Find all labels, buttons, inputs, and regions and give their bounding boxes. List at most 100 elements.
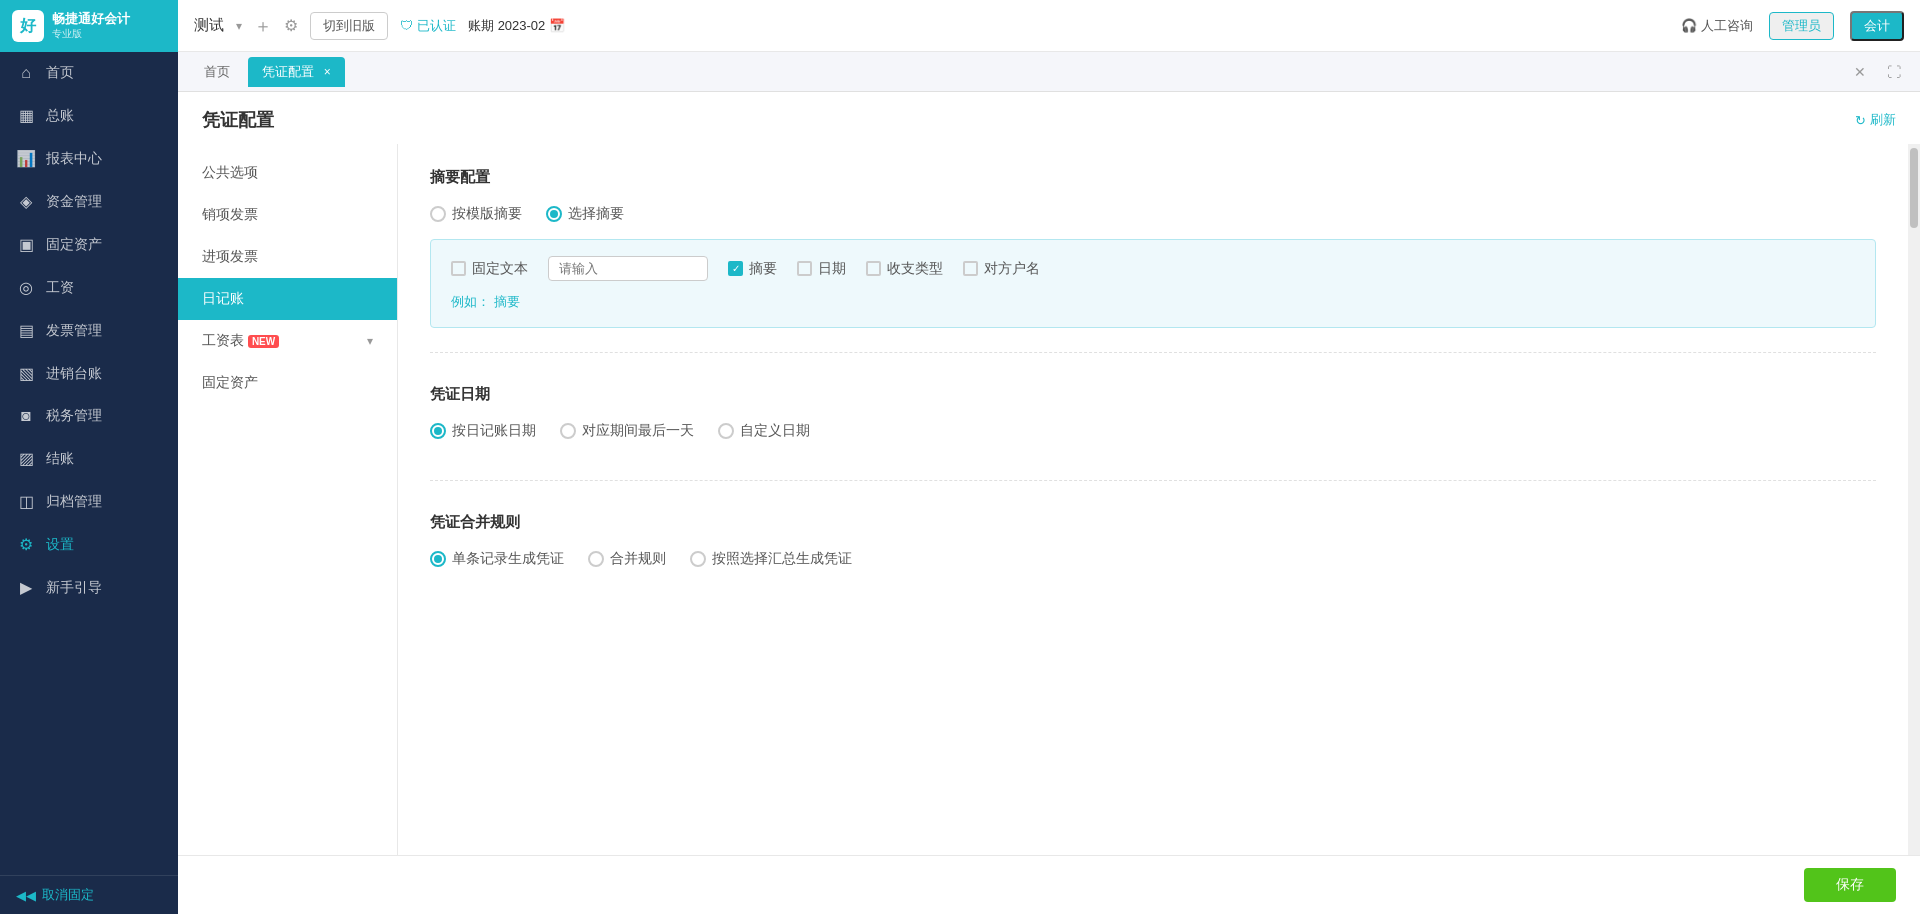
scrollbar-track[interactable] bbox=[1908, 144, 1920, 855]
switch-version-button[interactable]: 切到旧版 bbox=[310, 12, 388, 40]
radio-circle-summary-gen bbox=[690, 551, 706, 567]
tab-close-icon[interactable]: × bbox=[324, 65, 331, 79]
headset-icon: 🎧 bbox=[1681, 18, 1697, 33]
topbar: 测试 ▾ ＋ ⚙ 切到旧版 🛡 已认证 账期 2023-02 📅 🎧 人工咨询 … bbox=[178, 0, 1920, 52]
save-bar: 保存 bbox=[178, 855, 1920, 914]
add-button[interactable]: ＋ bbox=[254, 14, 272, 38]
radio-template-summary[interactable]: 按模版摘要 bbox=[430, 205, 522, 223]
checkbox-box-counterparty bbox=[963, 261, 978, 276]
main-area: 测试 ▾ ＋ ⚙ 切到旧版 🛡 已认证 账期 2023-02 📅 🎧 人工咨询 … bbox=[178, 0, 1920, 914]
left-nav-fixed-assets[interactable]: 固定资产 bbox=[178, 362, 397, 404]
tab-voucher-config[interactable]: 凭证配置 × bbox=[248, 57, 345, 87]
sidebar-item-fixed-assets[interactable]: ▣固定资产 bbox=[0, 223, 178, 266]
sidebar-item-tax[interactable]: ◙税务管理 bbox=[0, 395, 178, 437]
left-nav-public[interactable]: 公共选项 bbox=[178, 152, 397, 194]
refresh-button[interactable]: ↻ 刷新 bbox=[1855, 111, 1896, 129]
refresh-icon: ↻ bbox=[1855, 113, 1866, 128]
scrollbar-thumb[interactable] bbox=[1910, 148, 1918, 228]
payroll-expand-icon[interactable]: ▾ bbox=[367, 334, 373, 348]
left-nav-purchase-invoice[interactable]: 进项发票 bbox=[178, 236, 397, 278]
checkbox-fixed-text[interactable]: 固定文本 bbox=[451, 260, 528, 278]
checkbox-box-payment bbox=[866, 261, 881, 276]
radio-summary-gen[interactable]: 按照选择汇总生成凭证 bbox=[690, 550, 852, 568]
home-icon: ⌂ bbox=[16, 64, 36, 82]
sidebar-item-archive[interactable]: ◫归档管理 bbox=[0, 480, 178, 523]
checkbox-payment-type[interactable]: 收支类型 bbox=[866, 260, 943, 278]
sidebar-item-home[interactable]: ⌂首页 bbox=[0, 52, 178, 94]
closing-icon: ▨ bbox=[16, 449, 36, 468]
radio-journal-date[interactable]: 按日记账日期 bbox=[430, 422, 536, 440]
radio-custom-date[interactable]: 自定义日期 bbox=[718, 422, 810, 440]
app-logo-icon: 好 bbox=[12, 10, 44, 42]
merge-section-title: 凭证合并规则 bbox=[430, 513, 1876, 532]
sales-icon: ▧ bbox=[16, 364, 36, 383]
summary-section-title: 摘要配置 bbox=[430, 168, 1876, 187]
sidebar-item-fund[interactable]: ◈资金管理 bbox=[0, 180, 178, 223]
sidebar-item-report[interactable]: 📊报表中心 bbox=[0, 137, 178, 180]
settings-gear-icon[interactable]: ⚙ bbox=[284, 16, 298, 35]
topbar-right: 🎧 人工咨询 管理员 会计 bbox=[1681, 11, 1904, 41]
ledger-icon: ▦ bbox=[16, 106, 36, 125]
sidebar-item-invoice[interactable]: ▤发票管理 bbox=[0, 309, 178, 352]
sidebar: 好 畅捷通好会计 专业版 ⌂首页▦总账📊报表中心◈资金管理▣固定资产◎工资▤发票… bbox=[0, 0, 178, 914]
checkbox-box-fixed bbox=[451, 261, 466, 276]
fixed-text-input[interactable] bbox=[548, 256, 708, 281]
radio-dot-journal bbox=[434, 427, 442, 435]
radio-merge-rule[interactable]: 合并规则 bbox=[588, 550, 666, 568]
summary-radio-group: 按模版摘要 选择摘要 bbox=[430, 205, 1876, 223]
sidebar-item-sales[interactable]: ▧进销台账 bbox=[0, 352, 178, 395]
date-section-title: 凭证日期 bbox=[430, 385, 1876, 404]
left-nav-payroll[interactable]: 工资表 NEW ▾ bbox=[178, 320, 397, 362]
radio-select-summary[interactable]: 选择摘要 bbox=[546, 205, 624, 223]
content-wrapper: 凭证配置 ↻ 刷新 公共选项 销项发票 进项发票 日记账 工资表 NEW bbox=[178, 92, 1920, 914]
left-nav-journal[interactable]: 日记账 bbox=[178, 278, 397, 320]
sidebar-item-salary[interactable]: ◎工资 bbox=[0, 266, 178, 309]
company-name: 测试 bbox=[194, 16, 224, 35]
radio-circle-merge bbox=[588, 551, 604, 567]
summary-config-section: 摘要配置 按模版摘要 选择摘要 bbox=[430, 168, 1876, 353]
period-label: 账期 2023-02 📅 bbox=[468, 17, 565, 35]
sidebar-item-settings[interactable]: ⚙设置 bbox=[0, 523, 178, 566]
config-panel: 摘要配置 按模版摘要 选择摘要 bbox=[398, 144, 1908, 855]
company-dropdown-icon[interactable]: ▾ bbox=[236, 19, 242, 33]
radio-single-record[interactable]: 单条记录生成凭证 bbox=[430, 550, 564, 568]
radio-last-day[interactable]: 对应期间最后一天 bbox=[560, 422, 694, 440]
sidebar-nav: ⌂首页▦总账📊报表中心◈资金管理▣固定资产◎工资▤发票管理▧进销台账◙税务管理▨… bbox=[0, 52, 178, 875]
left-nav-sales-invoice[interactable]: 销项发票 bbox=[178, 194, 397, 236]
merge-radio-group: 单条记录生成凭证 合并规则 按照选择汇总生成凭证 bbox=[430, 550, 1876, 568]
sidebar-item-closing[interactable]: ▨结账 bbox=[0, 437, 178, 480]
page-title: 凭证配置 bbox=[202, 108, 274, 132]
sidebar-item-ledger[interactable]: ▦总账 bbox=[0, 94, 178, 137]
radio-dot-single bbox=[434, 555, 442, 563]
page-header: 凭证配置 ↻ 刷新 bbox=[178, 92, 1920, 144]
app-logo-text: 畅捷通好会计 专业版 bbox=[52, 11, 130, 42]
calendar-icon[interactable]: 📅 bbox=[549, 18, 565, 33]
guide-icon: ▶ bbox=[16, 578, 36, 597]
sidebar-item-guide[interactable]: ▶新手引导 bbox=[0, 566, 178, 609]
tab-home[interactable]: 首页 bbox=[190, 57, 244, 87]
invoice-icon: ▤ bbox=[16, 321, 36, 340]
accountant-button[interactable]: 会计 bbox=[1850, 11, 1904, 41]
fund-icon: ◈ bbox=[16, 192, 36, 211]
checkbox-summary[interactable]: ✓ 摘要 bbox=[728, 260, 777, 278]
close-window-button[interactable]: ✕ bbox=[1846, 58, 1874, 86]
radio-circle-custom bbox=[718, 423, 734, 439]
checkbox-counterparty[interactable]: 对方户名 bbox=[963, 260, 1040, 278]
maximize-window-button[interactable]: ⛶ bbox=[1880, 58, 1908, 86]
fixed-assets-icon: ▣ bbox=[16, 235, 36, 254]
consult-button[interactable]: 🎧 人工咨询 bbox=[1681, 17, 1753, 35]
cancel-pin-button[interactable]: ◀◀ 取消固定 bbox=[0, 875, 178, 914]
radio-circle-select bbox=[546, 206, 562, 222]
window-buttons: ✕ ⛶ bbox=[1846, 58, 1908, 86]
date-radio-group: 按日记账日期 对应期间最后一天 自定义日期 bbox=[430, 422, 1876, 440]
summary-options-box: 固定文本 ✓ 摘要 bbox=[430, 239, 1876, 328]
save-button[interactable]: 保存 bbox=[1804, 868, 1896, 902]
date-config-section: 凭证日期 按日记账日期 对应期间最后一天 bbox=[430, 385, 1876, 481]
content-body: 公共选项 销项发票 进项发票 日记账 工资表 NEW ▾ 固定资产 bbox=[178, 144, 1920, 855]
payroll-expandable: 工资表 NEW ▾ bbox=[202, 332, 373, 350]
admin-button[interactable]: 管理员 bbox=[1769, 12, 1834, 40]
report-icon: 📊 bbox=[16, 149, 36, 168]
checkbox-box-summary: ✓ bbox=[728, 261, 743, 276]
cancel-pin-icon: ◀◀ bbox=[16, 888, 36, 903]
checkbox-date[interactable]: 日期 bbox=[797, 260, 846, 278]
